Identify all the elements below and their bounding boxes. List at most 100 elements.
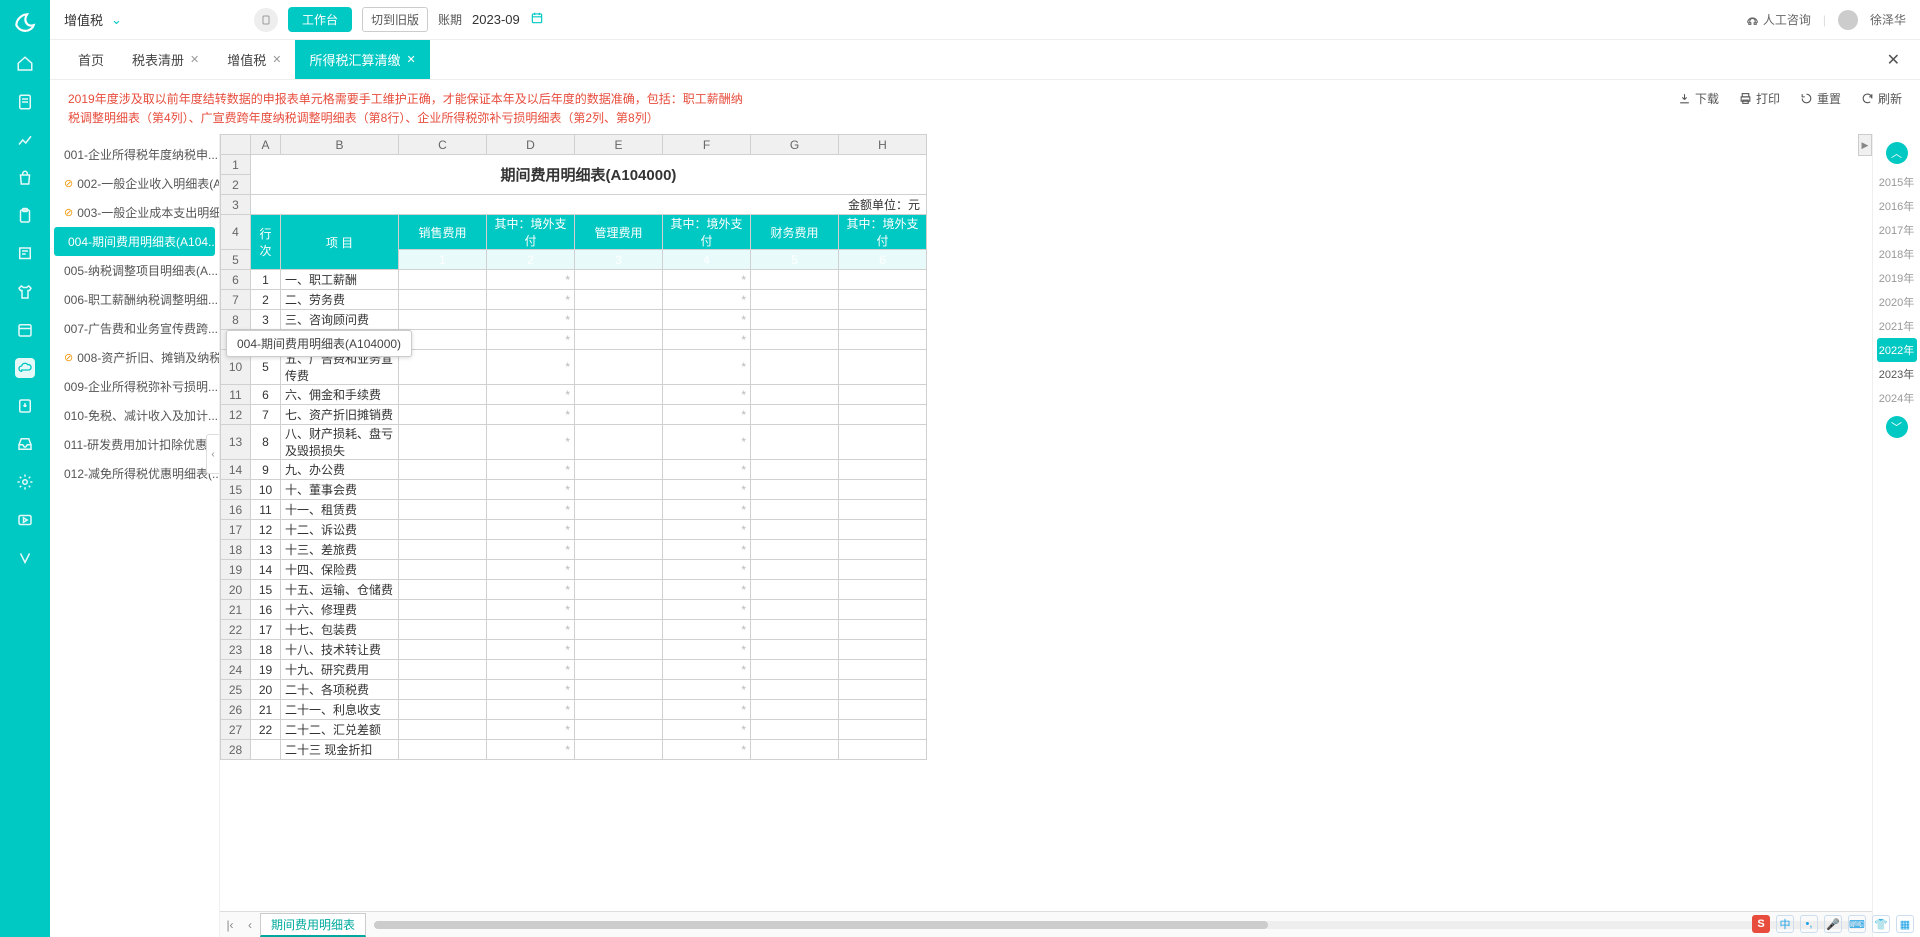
ime-punct-icon[interactable]: •, xyxy=(1800,915,1818,933)
ime-toolbox-icon[interactable]: ▦ xyxy=(1896,915,1914,933)
data-cell[interactable] xyxy=(839,560,927,580)
horizontal-scrollbar[interactable] xyxy=(374,919,1864,931)
data-cell[interactable] xyxy=(399,600,487,620)
item-cell[interactable]: 二、劳务费 xyxy=(281,290,399,310)
data-cell[interactable] xyxy=(751,700,839,720)
item-cell[interactable]: 八、财产损耗、盘亏及毁损损失 xyxy=(281,425,399,460)
item-cell[interactable]: 十六、修理费 xyxy=(281,600,399,620)
data-cell[interactable] xyxy=(399,270,487,290)
data-cell[interactable]: * xyxy=(663,740,751,760)
data-cell[interactable] xyxy=(399,660,487,680)
data-cell[interactable] xyxy=(575,620,663,640)
ime-keyboard-icon[interactable]: ⌨ xyxy=(1848,915,1866,933)
data-cell[interactable]: * xyxy=(487,310,575,330)
data-cell[interactable] xyxy=(839,600,927,620)
help-link[interactable]: 人工咨询 xyxy=(1746,11,1811,28)
item-cell[interactable]: 七、资产折旧摊销费 xyxy=(281,405,399,425)
data-cell[interactable] xyxy=(751,425,839,460)
data-cell[interactable] xyxy=(575,700,663,720)
data-cell[interactable] xyxy=(751,560,839,580)
data-cell[interactable]: * xyxy=(487,540,575,560)
data-cell[interactable]: * xyxy=(663,680,751,700)
data-cell[interactable] xyxy=(575,270,663,290)
nav-video-icon[interactable] xyxy=(15,510,35,530)
data-cell[interactable]: * xyxy=(663,290,751,310)
data-cell[interactable]: * xyxy=(663,350,751,385)
data-cell[interactable]: * xyxy=(487,520,575,540)
data-cell[interactable] xyxy=(575,680,663,700)
item-cell[interactable]: 十八、技术转让费 xyxy=(281,640,399,660)
data-cell[interactable]: * xyxy=(487,560,575,580)
data-cell[interactable]: * xyxy=(663,640,751,660)
close-icon[interactable]: ✕ xyxy=(407,53,416,66)
data-cell[interactable] xyxy=(575,600,663,620)
data-cell[interactable] xyxy=(399,680,487,700)
data-cell[interactable] xyxy=(399,560,487,580)
data-cell[interactable]: * xyxy=(487,460,575,480)
nav-chart-icon[interactable] xyxy=(15,130,35,150)
data-cell[interactable] xyxy=(839,460,927,480)
data-cell[interactable] xyxy=(575,480,663,500)
ime-lang-icon[interactable]: 中 xyxy=(1776,915,1794,933)
calendar-icon[interactable] xyxy=(530,11,544,28)
data-cell[interactable] xyxy=(751,480,839,500)
data-cell[interactable] xyxy=(751,385,839,405)
data-cell[interactable] xyxy=(751,350,839,385)
data-cell[interactable]: * xyxy=(487,720,575,740)
reset-button[interactable]: 重置 xyxy=(1800,90,1841,107)
data-cell[interactable] xyxy=(575,740,663,760)
data-cell[interactable]: * xyxy=(487,580,575,600)
data-cell[interactable]: * xyxy=(487,600,575,620)
expand-columns-button[interactable]: ▶ xyxy=(1858,134,1872,156)
item-cell[interactable]: 九、办公费 xyxy=(281,460,399,480)
data-cell[interactable]: * xyxy=(487,330,575,350)
data-cell[interactable] xyxy=(751,680,839,700)
company-dropdown[interactable]: 增值税 ⌄ xyxy=(64,10,244,29)
report-item[interactable]: 010-免税、减计收入及加计... xyxy=(50,401,219,430)
data-cell[interactable]: * xyxy=(663,660,751,680)
item-cell[interactable]: 二十三 现金折扣 xyxy=(281,740,399,760)
data-cell[interactable] xyxy=(399,740,487,760)
data-cell[interactable] xyxy=(751,540,839,560)
data-cell[interactable] xyxy=(575,580,663,600)
report-item[interactable]: 001-企业所得税年度纳税申... xyxy=(50,140,219,169)
data-cell[interactable] xyxy=(839,480,927,500)
report-item[interactable]: 007-广告费和业务宣传费跨... xyxy=(50,314,219,343)
data-cell[interactable] xyxy=(839,330,927,350)
data-cell[interactable] xyxy=(839,720,927,740)
data-cell[interactable] xyxy=(399,700,487,720)
data-cell[interactable] xyxy=(399,720,487,740)
item-cell[interactable]: 十九、研究费用 xyxy=(281,660,399,680)
data-cell[interactable] xyxy=(751,290,839,310)
data-cell[interactable] xyxy=(839,500,927,520)
year-button[interactable]: 2017年 xyxy=(1877,218,1917,242)
report-item[interactable]: 006-职工薪酬纳税调整明细... xyxy=(50,285,219,314)
tab[interactable]: 所得税汇算清缴✕ xyxy=(295,40,429,79)
nav-inbox-icon[interactable] xyxy=(15,434,35,454)
collapse-panel-button[interactable]: ‹ xyxy=(206,434,220,474)
item-cell[interactable]: 十七、包装费 xyxy=(281,620,399,640)
sheet-tab[interactable]: 期间费用明细表 xyxy=(260,913,366,937)
nav-doc-icon[interactable] xyxy=(15,92,35,112)
data-cell[interactable]: * xyxy=(487,640,575,660)
user-name[interactable]: 徐泽华 xyxy=(1870,11,1906,28)
item-cell[interactable]: 六、佣金和手续费 xyxy=(281,385,399,405)
year-down-button[interactable]: ﹀ xyxy=(1886,416,1908,438)
old-version-button[interactable]: 切到旧版 xyxy=(362,7,428,32)
print-button[interactable]: 打印 xyxy=(1739,90,1780,107)
data-cell[interactable] xyxy=(751,330,839,350)
data-cell[interactable]: * xyxy=(663,385,751,405)
tab[interactable]: 增值税✕ xyxy=(213,40,295,79)
data-cell[interactable] xyxy=(751,520,839,540)
data-cell[interactable]: * xyxy=(487,500,575,520)
refresh-button[interactable]: 刷新 xyxy=(1861,90,1902,107)
data-cell[interactable]: * xyxy=(663,540,751,560)
data-cell[interactable]: * xyxy=(663,330,751,350)
data-cell[interactable]: * xyxy=(487,385,575,405)
data-cell[interactable]: * xyxy=(663,500,751,520)
data-cell[interactable]: * xyxy=(663,700,751,720)
item-cell[interactable]: 十五、运输、仓储费 xyxy=(281,580,399,600)
report-item[interactable]: ⊘002-一般企业收入明细表(A... xyxy=(50,169,219,198)
data-cell[interactable]: * xyxy=(663,405,751,425)
item-cell[interactable]: 二十二、汇兑差额 xyxy=(281,720,399,740)
